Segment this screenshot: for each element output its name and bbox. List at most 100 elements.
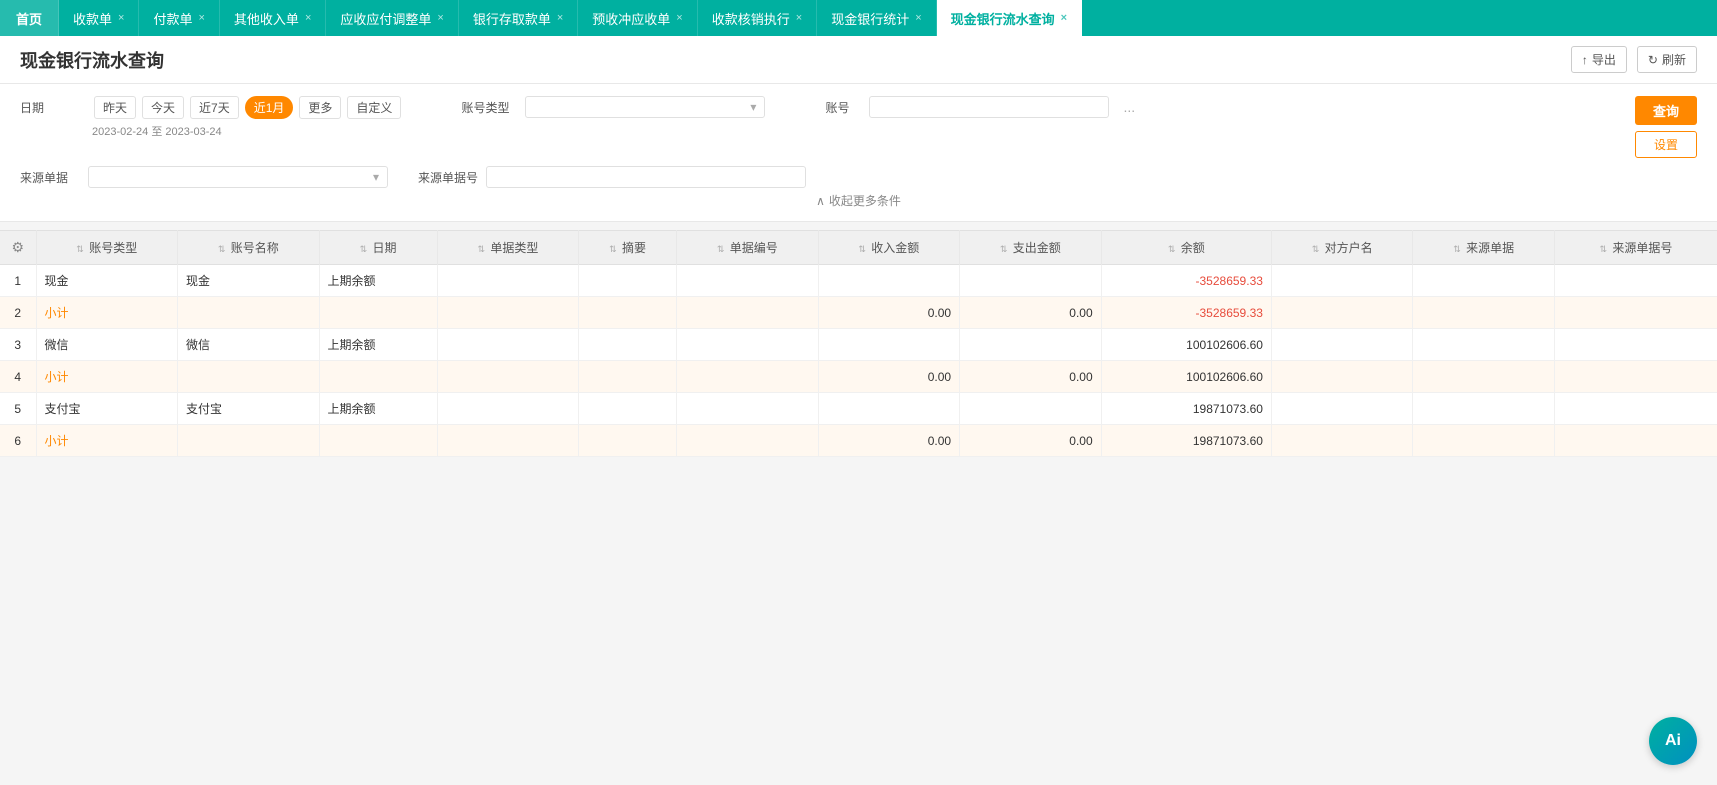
cell-seq: 6 xyxy=(0,425,36,457)
nav-tab-fukuan[interactable]: 付款单 × xyxy=(139,0,219,36)
top-navigation: 首页 收款单 × 付款单 × 其他收入单 × 应收应付调整单 × 银行存取款单 … xyxy=(0,0,1717,36)
account-label: 账号 xyxy=(825,99,855,116)
date-1month[interactable]: 近1月 xyxy=(245,96,294,119)
close-tab-xianjin-stat[interactable]: × xyxy=(915,12,921,24)
nav-tab-xianjin-query[interactable]: 现金银行流水查询 × xyxy=(937,0,1082,36)
account-input[interactable] xyxy=(869,96,1109,118)
cell-source-doc-no xyxy=(1554,329,1717,361)
cell-account-type: 小计 xyxy=(36,297,178,329)
sort-date-icon: ⇅ xyxy=(360,244,368,254)
cell-doc-type xyxy=(437,361,579,393)
cell-counterpart xyxy=(1271,425,1413,457)
cell-doc-type xyxy=(437,393,579,425)
ai-assistant-button[interactable]: Ai xyxy=(1649,717,1697,765)
col-source-doc-no[interactable]: ⇅ 来源单据号 xyxy=(1554,231,1717,265)
table-area: ⚙ ⇅ 账号类型 ⇅ 账号名称 ⇅ 日期 ⇅ 单据类型 xyxy=(0,230,1717,457)
cell-doc-type xyxy=(437,329,579,361)
col-expense[interactable]: ⇅ 支出金额 xyxy=(960,231,1102,265)
source-doc-no-input[interactable] xyxy=(486,166,806,188)
cell-account-name: 支付宝 xyxy=(178,393,320,425)
page-title: 现金银行流水查询 xyxy=(20,47,164,73)
cell-counterpart xyxy=(1271,329,1413,361)
nav-tab-yushou[interactable]: 预收冲应收单 × xyxy=(578,0,697,36)
date-label: 日期 xyxy=(20,99,80,116)
query-button[interactable]: 查询 xyxy=(1635,96,1697,125)
cell-balance: 100102606.60 xyxy=(1101,329,1271,361)
source-doc-select[interactable]: ▾ xyxy=(88,166,388,188)
settings-button[interactable]: 设置 xyxy=(1635,131,1697,158)
cell-income: 0.00 xyxy=(818,361,960,393)
col-doc-no[interactable]: ⇅ 单据编号 xyxy=(677,231,819,265)
sort-account-type-icon: ⇅ xyxy=(76,244,84,254)
cell-date xyxy=(319,297,437,329)
nav-tab-shoukuan[interactable]: 收款单 × xyxy=(59,0,139,36)
cell-doc-no xyxy=(677,297,819,329)
cell-source-doc xyxy=(1413,361,1555,393)
cell-doc-type xyxy=(437,265,579,297)
export-button[interactable]: ↑ 导出 xyxy=(1571,46,1627,73)
cell-doc-no xyxy=(677,393,819,425)
table-row: 5 支付宝 支付宝 上期余额 19871073.60 xyxy=(0,393,1717,425)
collapse-up-icon: ∧ xyxy=(816,194,825,208)
close-tab-yushou[interactable]: × xyxy=(676,12,682,24)
gear-icon[interactable]: ⚙ xyxy=(11,239,24,255)
cell-balance: -3528659.33 xyxy=(1101,297,1271,329)
cell-source-doc-no xyxy=(1554,425,1717,457)
cell-seq: 3 xyxy=(0,329,36,361)
col-income[interactable]: ⇅ 收入金额 xyxy=(818,231,960,265)
col-summary[interactable]: ⇅ 摘要 xyxy=(579,231,677,265)
sort-counterpart-icon: ⇅ xyxy=(1312,244,1320,254)
cell-account-type: 现金 xyxy=(36,265,178,297)
date-today[interactable]: 今天 xyxy=(142,96,184,119)
col-date[interactable]: ⇅ 日期 xyxy=(319,231,437,265)
cell-balance: 19871073.60 xyxy=(1101,393,1271,425)
date-shortcuts: 昨天 今天 近7天 近1月 更多 自定义 xyxy=(94,96,401,119)
account-dots-button[interactable]: ... xyxy=(1123,99,1135,115)
refresh-button[interactable]: ↻ 刷新 xyxy=(1637,46,1697,73)
account-type-select[interactable]: ▾ xyxy=(525,96,765,118)
nav-tab-qitashouru[interactable]: 其他收入单 × xyxy=(220,0,326,36)
collapse-filter-button[interactable]: ∧ 收起更多条件 xyxy=(20,192,1697,209)
cell-balance: 19871073.60 xyxy=(1101,425,1271,457)
data-table: ⚙ ⇅ 账号类型 ⇅ 账号名称 ⇅ 日期 ⇅ 单据类型 xyxy=(0,230,1717,457)
close-tab-qitashouru[interactable]: × xyxy=(305,12,311,24)
cell-expense xyxy=(960,393,1102,425)
close-tab-shoukuanhe[interactable]: × xyxy=(796,12,802,24)
cell-source-doc xyxy=(1413,425,1555,457)
close-tab-yinhangcunqu[interactable]: × xyxy=(557,12,563,24)
nav-tab-xianjin-stat[interactable]: 现金银行统计 × xyxy=(817,0,936,36)
account-type-label: 账号类型 xyxy=(461,99,511,116)
nav-tab-yingshouyingfu[interactable]: 应收应付调整单 × xyxy=(326,0,458,36)
cell-account-name: 现金 xyxy=(178,265,320,297)
sort-source-doc-no-icon: ⇅ xyxy=(1600,244,1608,254)
nav-tab-yinhangcunqu[interactable]: 银行存取款单 × xyxy=(459,0,578,36)
date-7days[interactable]: 近7天 xyxy=(190,96,239,119)
sort-expense-icon: ⇅ xyxy=(1000,244,1008,254)
close-tab-fukuan[interactable]: × xyxy=(198,12,204,24)
cell-summary xyxy=(579,393,677,425)
col-account-name[interactable]: ⇅ 账号名称 xyxy=(178,231,320,265)
cell-source-doc-no xyxy=(1554,361,1717,393)
cell-expense: 0.00 xyxy=(960,425,1102,457)
close-tab-xianjin-query[interactable]: × xyxy=(1061,12,1067,24)
nav-home[interactable]: 首页 xyxy=(0,0,59,36)
col-source-doc[interactable]: ⇅ 来源单据 xyxy=(1413,231,1555,265)
col-counterpart[interactable]: ⇅ 对方户名 xyxy=(1271,231,1413,265)
close-tab-yingshouyingfu[interactable]: × xyxy=(437,12,443,24)
col-account-type[interactable]: ⇅ 账号类型 xyxy=(36,231,178,265)
date-yesterday[interactable]: 昨天 xyxy=(94,96,136,119)
col-balance[interactable]: ⇅ 余额 xyxy=(1101,231,1271,265)
cell-counterpart xyxy=(1271,361,1413,393)
nav-tab-shoukuanhe[interactable]: 收款核销执行 × xyxy=(698,0,817,36)
cell-source-doc xyxy=(1413,329,1555,361)
date-more[interactable]: 更多 xyxy=(299,96,341,119)
date-custom[interactable]: 自定义 xyxy=(347,96,401,119)
cell-expense xyxy=(960,265,1102,297)
cell-summary xyxy=(579,425,677,457)
close-tab-shoukuan[interactable]: × xyxy=(118,12,124,24)
cell-account-type: 小计 xyxy=(36,425,178,457)
col-doc-type[interactable]: ⇅ 单据类型 xyxy=(437,231,579,265)
col-gear[interactable]: ⚙ xyxy=(0,231,36,265)
cell-account-name: 微信 xyxy=(178,329,320,361)
table-row: 6 小计 0.00 0.00 19871073.60 xyxy=(0,425,1717,457)
